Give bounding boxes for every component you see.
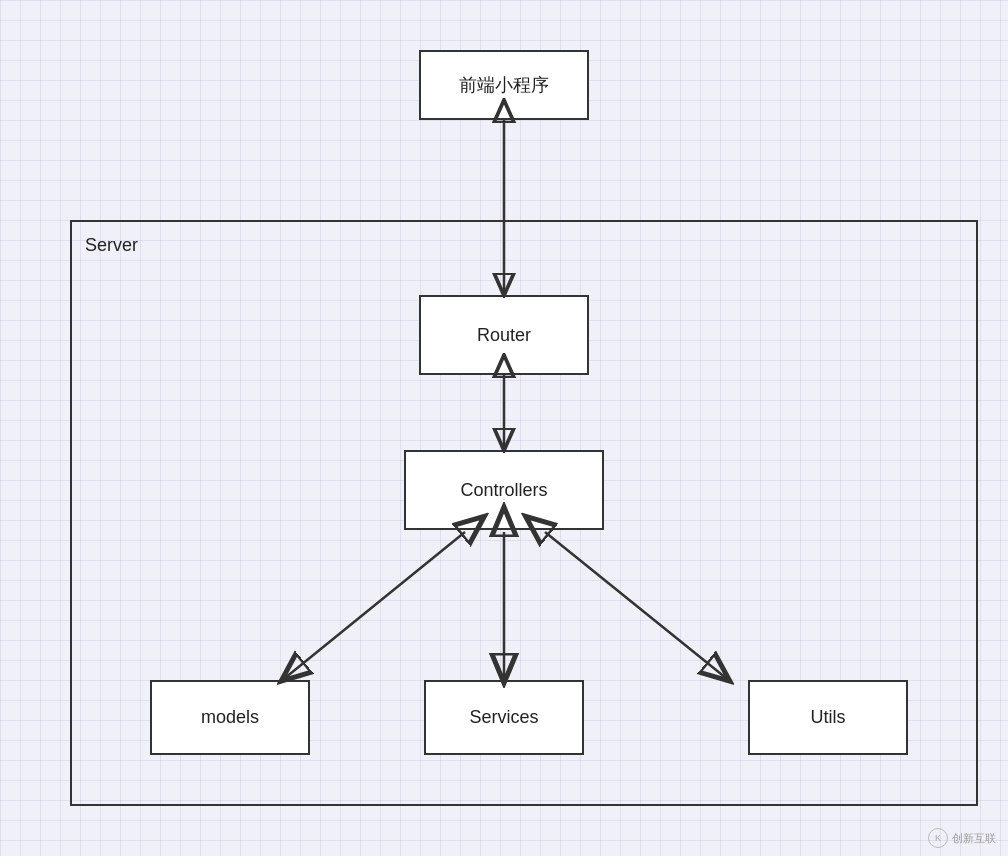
frontend-label: 前端小程序 [459, 73, 549, 97]
utils-box: Utils [748, 680, 908, 755]
services-label: Services [469, 707, 538, 728]
diagram-container: 前端小程序 Server Router Controllers models S… [20, 20, 988, 836]
router-label: Router [477, 325, 531, 346]
watermark: K 创新互联 [928, 828, 996, 848]
router-box: Router [419, 295, 589, 375]
services-box: Services [424, 680, 584, 755]
models-box: models [150, 680, 310, 755]
frontend-box: 前端小程序 [419, 50, 589, 120]
controllers-box: Controllers [404, 450, 604, 530]
watermark-icon: K [928, 828, 948, 848]
controllers-label: Controllers [460, 480, 547, 501]
models-label: models [201, 707, 259, 728]
server-label: Server [85, 235, 138, 256]
watermark-text: 创新互联 [952, 831, 996, 846]
utils-label: Utils [811, 707, 846, 728]
